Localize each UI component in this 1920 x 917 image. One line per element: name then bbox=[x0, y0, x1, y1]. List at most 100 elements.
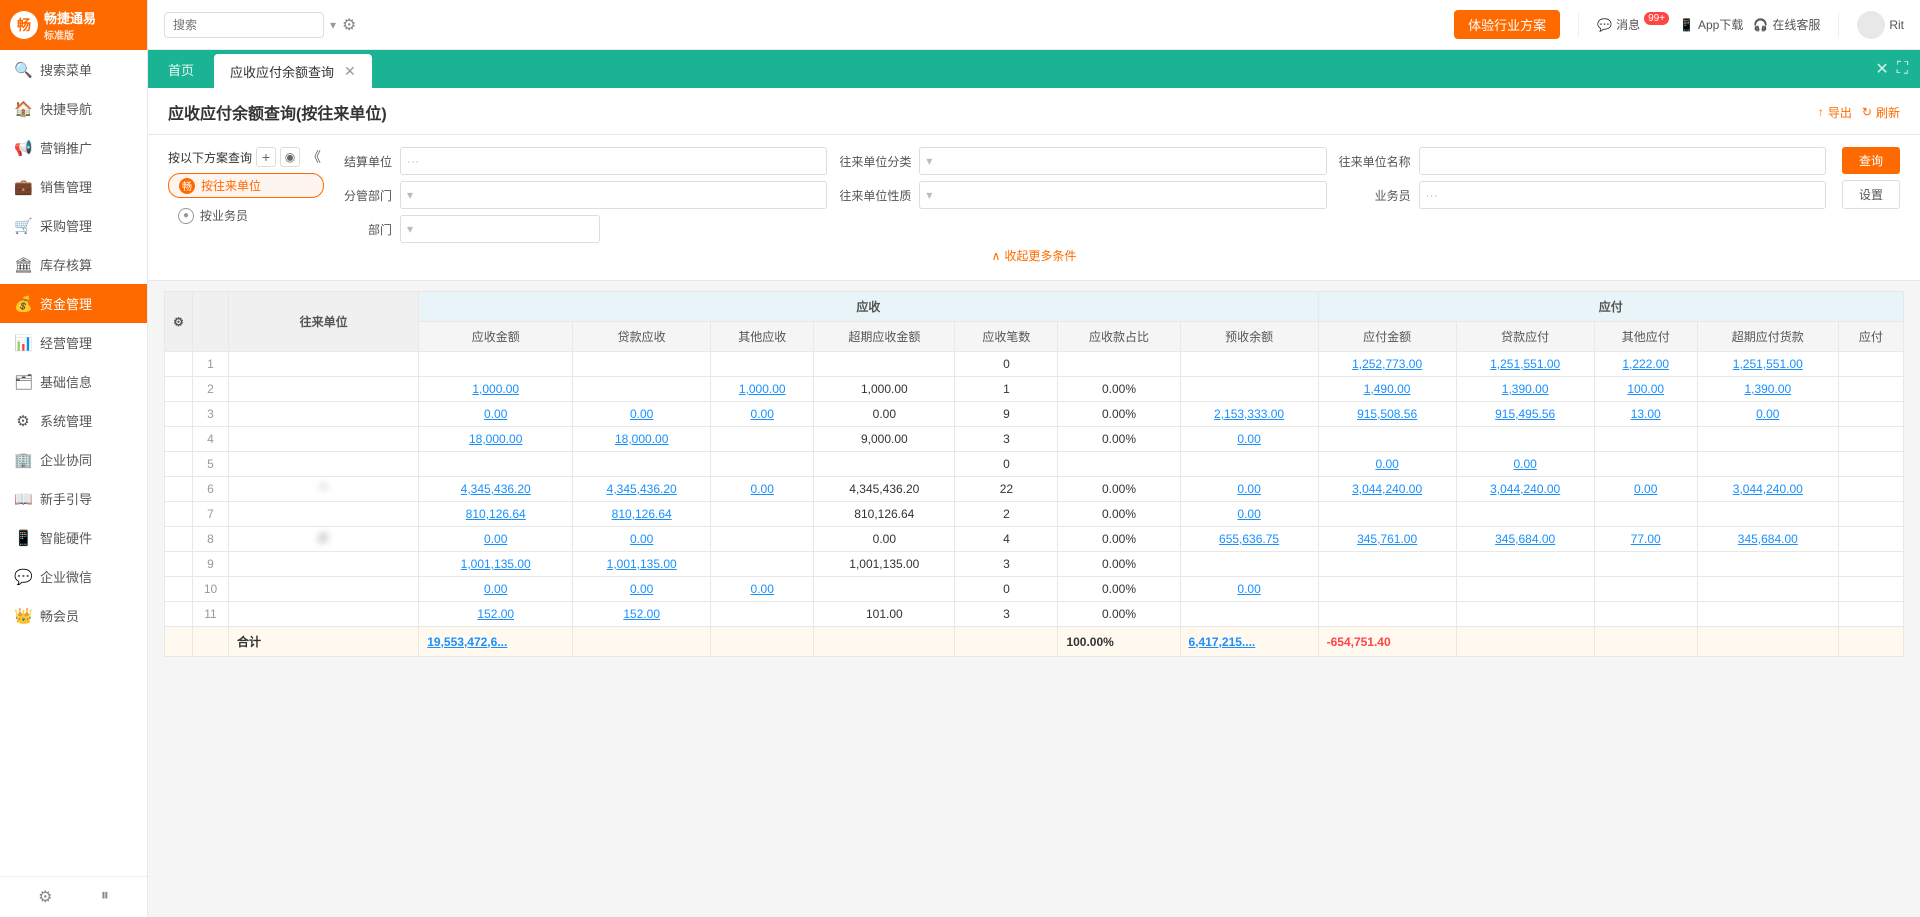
sidebar-item-corp[interactable]: 🏢 企业协同 bbox=[0, 440, 147, 479]
topbar-gear-icon[interactable]: ⚙ bbox=[342, 15, 356, 35]
field-input-wanglaiming[interactable] bbox=[1419, 147, 1826, 175]
window-maximize-btn[interactable]: ⛶ bbox=[1897, 60, 1908, 78]
table-cell[interactable]: 345,684.00 bbox=[1456, 527, 1594, 552]
table-cell[interactable]: 3,044,240.00 bbox=[1456, 477, 1594, 502]
table-cell[interactable]: 0.00 bbox=[711, 577, 814, 602]
query-button[interactable]: 查询 bbox=[1842, 147, 1900, 174]
tab-home[interactable]: 首页 bbox=[148, 50, 214, 88]
sidebar-item-purchase[interactable]: 🛒 采购管理 bbox=[0, 206, 147, 245]
sidebar-collapse-btn[interactable]: ⏸ bbox=[101, 887, 109, 907]
field-input-fenguanbu[interactable]: ▾ bbox=[400, 181, 827, 209]
table-cell[interactable]: 810,126.64 bbox=[573, 502, 711, 527]
table-cell[interactable]: 3,044,240.00 bbox=[1318, 477, 1456, 502]
sidebar-item-member[interactable]: 👑 畅会员 bbox=[0, 596, 147, 635]
table-cell[interactable]: 0.00 bbox=[419, 402, 573, 427]
filter-option-by-unit[interactable]: 畅 按往来单位 bbox=[168, 173, 324, 198]
table-cell[interactable]: 77.00 bbox=[1594, 527, 1697, 552]
table-cell[interactable]: 0.00 bbox=[1318, 452, 1456, 477]
table-cell[interactable]: 0.00 bbox=[1456, 452, 1594, 477]
table-cell[interactable]: 0.00 bbox=[419, 527, 573, 552]
table-cell[interactable]: 810,126.64 bbox=[419, 502, 573, 527]
export-button[interactable]: ↑ 导出 bbox=[1818, 104, 1852, 121]
filter-add-btn[interactable]: + bbox=[256, 147, 276, 167]
sidebar-item-operation[interactable]: 📊 经营管理 bbox=[0, 323, 147, 362]
table-cell[interactable]: 345,684.00 bbox=[1697, 527, 1838, 552]
setting-button[interactable]: 设置 bbox=[1842, 180, 1900, 209]
table-cell[interactable]: 0.00 bbox=[1180, 577, 1318, 602]
table-cell[interactable]: 152.00 bbox=[573, 602, 711, 627]
table-cell[interactable]: 0.00 bbox=[1180, 427, 1318, 452]
table-cell[interactable]: 18,000.00 bbox=[573, 427, 711, 452]
sidebar-item-sales[interactable]: 💼 销售管理 bbox=[0, 167, 147, 206]
field-input-wanglaixingzhi[interactable]: ▾ bbox=[919, 181, 1326, 209]
sidebar-item-guide[interactable]: 📖 新手引导 bbox=[0, 479, 147, 518]
table-cell[interactable]: 4,345,436.20 bbox=[419, 477, 573, 502]
table-cell[interactable]: 0.00 bbox=[711, 402, 814, 427]
tab-receivable[interactable]: 应收应付余额查询 ✕ bbox=[214, 54, 372, 88]
sidebar-item-marketing[interactable]: 📢 营销推广 bbox=[0, 128, 147, 167]
sidebar-item-search[interactable]: 🔍 搜索菜单 bbox=[0, 50, 147, 89]
filter-option-by-salesman[interactable]: ● 按业务员 bbox=[168, 204, 324, 227]
field-input-bumen[interactable]: ▾ bbox=[400, 215, 600, 243]
collapse-more-btn[interactable]: ∧ 收起更多条件 bbox=[168, 243, 1900, 268]
table-cell[interactable]: 4,345,436.20 bbox=[573, 477, 711, 502]
user-info[interactable]: Rit bbox=[1857, 11, 1904, 39]
table-cell[interactable]: 1,251,551.00 bbox=[1456, 352, 1594, 377]
sidebar-item-inventory[interactable]: 🏛 库存核算 bbox=[0, 245, 147, 284]
table-cell[interactable]: 0.00 bbox=[1697, 402, 1838, 427]
table-cell[interactable]: 915,495.56 bbox=[1456, 402, 1594, 427]
filter-collapse-btn[interactable]: 《 bbox=[304, 147, 324, 167]
table-cell[interactable]: 1,390.00 bbox=[1456, 377, 1594, 402]
window-close-btn[interactable]: ✕ bbox=[1875, 59, 1888, 79]
table-cell[interactable]: 0.00 bbox=[1180, 502, 1318, 527]
table-cell[interactable]: 18,000.00 bbox=[419, 427, 573, 452]
promo-button[interactable]: 体验行业方案 bbox=[1454, 10, 1560, 39]
message-action[interactable]: 💬 消息 99+ bbox=[1597, 16, 1669, 33]
field-input-yewuyuan[interactable]: ··· bbox=[1419, 181, 1826, 209]
table-cell[interactable]: 152.00 bbox=[419, 602, 573, 627]
table-cell[interactable]: 0.00 bbox=[573, 402, 711, 427]
sidebar-item-basic[interactable]: 🗂 基础信息 bbox=[0, 362, 147, 401]
table-cell[interactable]: 1,000.00 bbox=[711, 377, 814, 402]
table-cell bbox=[711, 352, 814, 377]
table-cell[interactable]: 0.00 bbox=[1594, 477, 1697, 502]
table-cell[interactable]: 1,390.00 bbox=[1697, 377, 1838, 402]
table-cell[interactable]: 13.00 bbox=[1594, 402, 1697, 427]
table-cell[interactable]: 0.00 bbox=[573, 527, 711, 552]
filter-setting-circle-btn[interactable]: ◉ bbox=[280, 147, 300, 167]
sidebar-item-quicknav[interactable]: 🏠 快捷导航 bbox=[0, 89, 147, 128]
table-cell[interactable]: 0.00 bbox=[573, 577, 711, 602]
sidebar-label-operation: 经营管理 bbox=[40, 333, 92, 352]
table-cell[interactable]: 1,001,135.00 bbox=[573, 552, 711, 577]
field-input-jiesuandanwei[interactable]: ··· bbox=[400, 147, 827, 175]
table-cell[interactable]: 1,222.00 bbox=[1594, 352, 1697, 377]
table-cell[interactable]: 345,761.00 bbox=[1318, 527, 1456, 552]
refresh-button[interactable]: ↻ 刷新 bbox=[1862, 104, 1900, 121]
table-cell[interactable]: 0.00 bbox=[1180, 477, 1318, 502]
table-cell[interactable]: 1,251,551.00 bbox=[1697, 352, 1838, 377]
table-cell[interactable]: 1,000.00 bbox=[419, 377, 573, 402]
app-download-action[interactable]: 📱 App下载 bbox=[1679, 16, 1743, 33]
table-cell[interactable]: 2,153,333.00 bbox=[1180, 402, 1318, 427]
field-input-wanglaifenlei[interactable]: ▾ bbox=[919, 147, 1326, 175]
sidebar-item-wechat[interactable]: 💬 企业微信 bbox=[0, 557, 147, 596]
topbar-dropdown-icon[interactable]: ▾ bbox=[330, 18, 336, 32]
th-setting[interactable]: ⚙ bbox=[165, 292, 193, 352]
table-cell[interactable]: 100.00 bbox=[1594, 377, 1697, 402]
topbar-search-input[interactable] bbox=[164, 12, 324, 38]
table-cell[interactable]: 0.00 bbox=[419, 577, 573, 602]
table-cell[interactable]: 3,044,240.00 bbox=[1697, 477, 1838, 502]
table-cell[interactable]: 1,490.00 bbox=[1318, 377, 1456, 402]
online-service-action[interactable]: 🎧 在线客服 bbox=[1753, 16, 1820, 33]
table-cell[interactable]: 915,508.56 bbox=[1318, 402, 1456, 427]
sidebar-setting-btn[interactable]: ⚙ bbox=[38, 887, 52, 907]
sidebar-item-hardware[interactable]: 📱 智能硬件 bbox=[0, 518, 147, 557]
tab-close-icon[interactable]: ✕ bbox=[344, 63, 356, 80]
table-cell[interactable]: 0.00 bbox=[711, 477, 814, 502]
sidebar-item-system[interactable]: ⚙ 系统管理 bbox=[0, 401, 147, 440]
table-cell[interactable]: 1,252,773.00 bbox=[1318, 352, 1456, 377]
table-cell[interactable]: 655,636.75 bbox=[1180, 527, 1318, 552]
app-label: App下载 bbox=[1698, 16, 1743, 33]
table-cell[interactable]: 1,001,135.00 bbox=[419, 552, 573, 577]
sidebar-item-capital[interactable]: 💰 资金管理 bbox=[0, 284, 147, 323]
